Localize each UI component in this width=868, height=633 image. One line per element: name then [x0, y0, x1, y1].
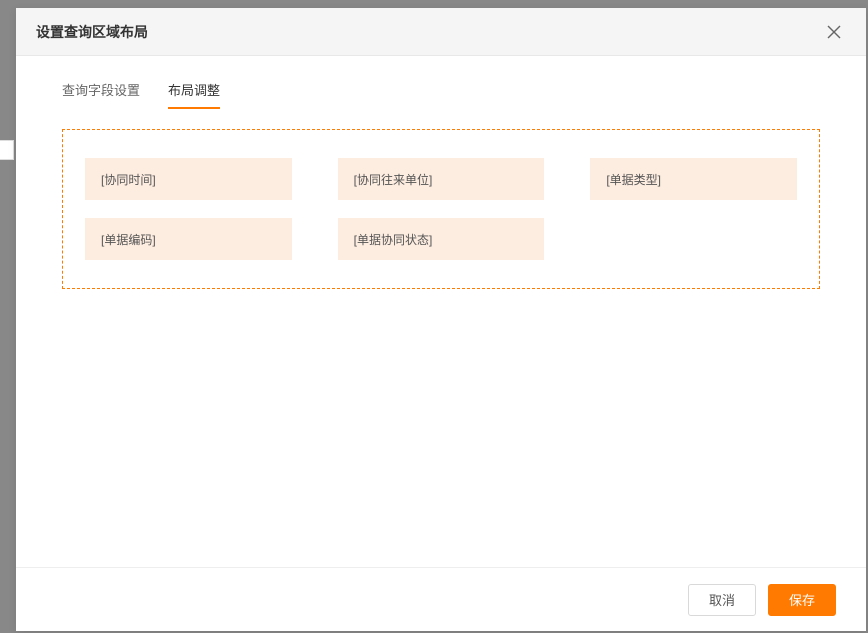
background-control-hint [0, 140, 14, 160]
cancel-button[interactable]: 取消 [688, 584, 756, 616]
close-button[interactable] [822, 20, 846, 44]
field-label: [协同往来单位] [354, 171, 433, 188]
modal-title: 设置查询区域布局 [36, 22, 148, 42]
close-icon [827, 25, 841, 39]
field-label: [单据类型] [606, 171, 661, 188]
tab-query-field-settings[interactable]: 查询字段设置 [62, 80, 140, 109]
modal-header: 设置查询区域布局 [16, 8, 866, 56]
modal-body: 查询字段设置 布局调整 [协同时间] [协同往来单位] [单据类型] [单据编码… [16, 56, 866, 567]
field-item-collaboration-time[interactable]: [协同时间] [85, 158, 292, 200]
field-label: [单据编码] [101, 231, 156, 248]
tab-layout-adjust[interactable]: 布局调整 [168, 80, 220, 109]
field-item-collaboration-status[interactable]: [单据协同状态] [338, 218, 545, 260]
layout-drop-area[interactable]: [协同时间] [协同往来单位] [单据类型] [单据编码] [单据协同状态] [62, 129, 820, 289]
field-label: [单据协同状态] [354, 231, 433, 248]
tabs: 查询字段设置 布局调整 [62, 80, 820, 109]
field-grid: [协同时间] [协同往来单位] [单据类型] [单据编码] [单据协同状态] [85, 158, 797, 260]
modal-footer: 取消 保存 [16, 567, 866, 631]
field-label: [协同时间] [101, 171, 156, 188]
layout-settings-modal: 设置查询区域布局 查询字段设置 布局调整 [协同时间] [协同往来单位] [单据… [16, 8, 866, 631]
field-item-document-code[interactable]: [单据编码] [85, 218, 292, 260]
save-button[interactable]: 保存 [768, 584, 836, 616]
field-item-document-type[interactable]: [单据类型] [590, 158, 797, 200]
field-item-collaboration-partner[interactable]: [协同往来单位] [338, 158, 545, 200]
